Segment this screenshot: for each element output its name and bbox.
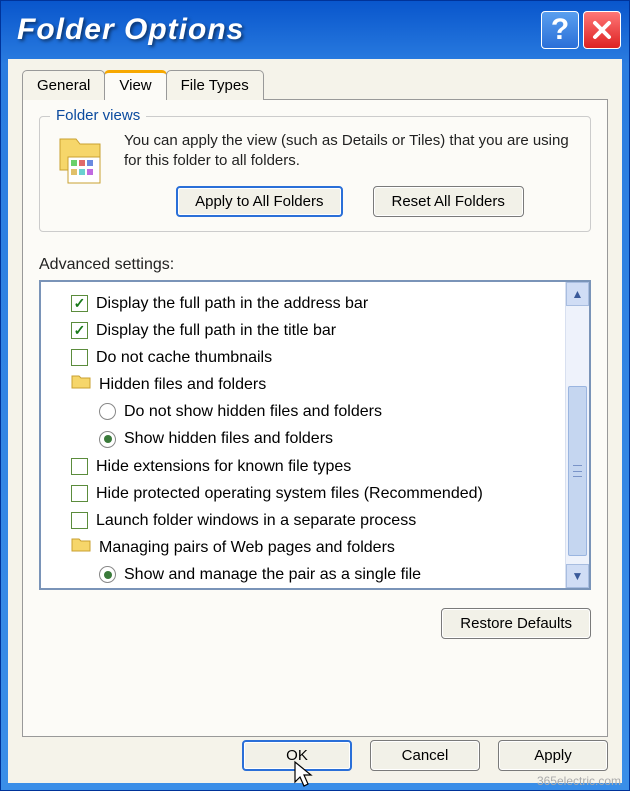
folder-icon (71, 373, 91, 396)
restore-defaults-button[interactable]: Restore Defaults (441, 608, 591, 639)
radio[interactable] (99, 566, 116, 583)
folder-views-icon (54, 131, 112, 217)
folder-views-text: You can apply the view (such as Details … (124, 131, 576, 172)
tree-label: Display the full path in the address bar (96, 292, 368, 315)
dialog-button-row: OK Cancel Apply (242, 740, 608, 771)
tree-row[interactable]: Show hidden files and folders (47, 425, 559, 452)
tree-row[interactable]: Do not show hidden files and folders (47, 398, 559, 425)
tab-file-types[interactable]: File Types (166, 70, 264, 100)
checkbox[interactable] (71, 512, 88, 529)
tab-content-view: Folder views You can apply the view (suc… (22, 99, 608, 737)
checkbox[interactable] (71, 349, 88, 366)
tab-row: General View File Types (22, 70, 608, 100)
scroll-thumb[interactable] (568, 386, 587, 556)
tree-row[interactable]: Hidden files and folders (47, 371, 559, 398)
tree-label: Hidden files and folders (99, 373, 266, 396)
checkbox[interactable] (71, 322, 88, 339)
tree-label: Show and manage the pair as a single fil… (124, 563, 421, 586)
reset-all-folders-button[interactable]: Reset All Folders (373, 186, 524, 217)
apply-button[interactable]: Apply (498, 740, 608, 771)
tree-label: Hide extensions for known file types (96, 455, 351, 478)
dialog-window: Folder Options ? General View File Types… (0, 0, 630, 791)
scroll-track[interactable] (566, 306, 589, 564)
tab-view[interactable]: View (104, 70, 166, 100)
ok-button[interactable]: OK (242, 740, 352, 771)
folder-views-group: Folder views You can apply the view (suc… (39, 116, 591, 232)
watermark: 365electric.com (537, 774, 621, 788)
apply-to-all-folders-button[interactable]: Apply to All Folders (176, 186, 342, 217)
cancel-button[interactable]: Cancel (370, 740, 480, 771)
radio[interactable] (99, 403, 116, 420)
window-title: Folder Options (17, 13, 244, 47)
tree-row[interactable]: Display the full path in the title bar (47, 317, 559, 344)
titlebar-buttons: ? (541, 11, 621, 49)
tree-label: Launch folder windows in a separate proc… (96, 509, 416, 532)
tree-label: Do not show hidden files and folders (124, 400, 382, 423)
tree-row[interactable]: Managing pairs of Web pages and folders (47, 534, 559, 561)
tree-label: Do not cache thumbnails (96, 346, 272, 369)
checkbox[interactable] (71, 458, 88, 475)
checkbox[interactable] (71, 485, 88, 502)
advanced-settings-label: Advanced settings: (39, 256, 591, 274)
advanced-tree[interactable]: Display the full path in the address bar… (41, 282, 565, 588)
tab-general[interactable]: General (22, 70, 105, 100)
tree-label: Show hidden files and folders (124, 427, 333, 450)
client-area: General View File Types Folder views (8, 59, 622, 783)
titlebar: Folder Options ? (1, 1, 629, 59)
tree-row[interactable]: Hide protected operating system files (R… (47, 480, 559, 507)
scroll-up-icon[interactable]: ▲ (566, 282, 589, 306)
checkbox[interactable] (71, 295, 88, 312)
scroll-down-icon[interactable]: ▼ (566, 564, 589, 588)
tree-row[interactable]: Display the full path in the address bar (47, 290, 559, 317)
tree-label: Hide protected operating system files (R… (96, 482, 483, 505)
folder-views-title: Folder views (50, 107, 146, 124)
tree-row[interactable]: Launch folder windows in a separate proc… (47, 507, 559, 534)
tree-row[interactable]: Do not cache thumbnails (47, 344, 559, 371)
tree-label: Display the full path in the title bar (96, 319, 336, 342)
tree-row[interactable]: Show and manage the pair as a single fil… (47, 561, 559, 587)
scrollbar[interactable]: ▲ ▼ (565, 282, 589, 588)
tree-label: Managing pairs of Web pages and folders (99, 536, 395, 559)
help-icon[interactable]: ? (541, 11, 579, 49)
radio[interactable] (99, 431, 116, 448)
folder-icon (71, 536, 91, 559)
close-icon[interactable] (583, 11, 621, 49)
advanced-settings-box: Display the full path in the address bar… (39, 280, 591, 590)
tree-row[interactable]: Hide extensions for known file types (47, 453, 559, 480)
